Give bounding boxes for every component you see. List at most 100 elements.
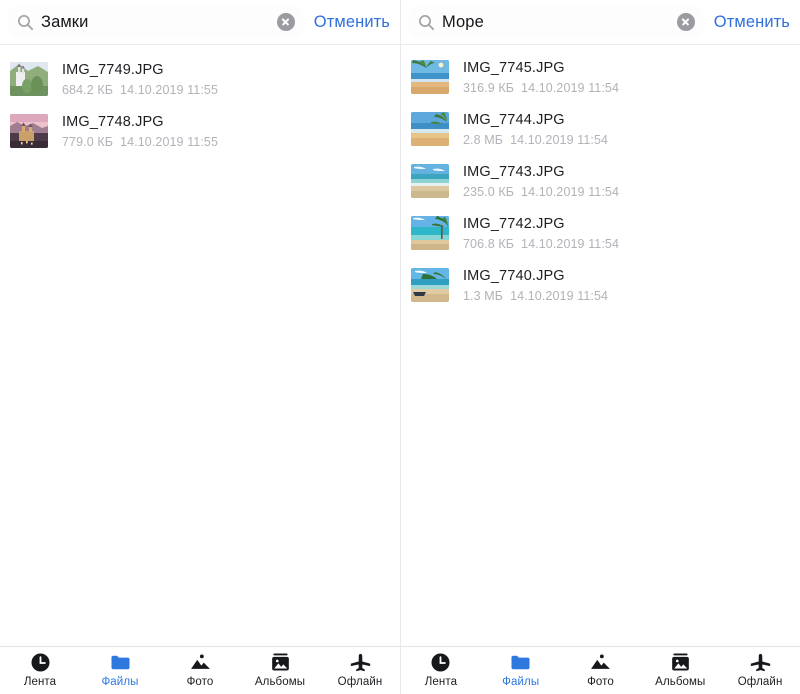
- file-name: IMG_7748.JPG: [62, 114, 164, 131]
- file-thumbnail: [411, 268, 449, 302]
- file-size: 684.2 КБ: [62, 82, 114, 97]
- file-row[interactable]: IMG_7743.JPG 235.0 КБ 14.10.2019 11:54: [401, 155, 800, 207]
- tab-photo[interactable]: Фото: [561, 651, 641, 694]
- file-size: 2.8 МБ: [463, 132, 504, 147]
- folder-icon: [109, 651, 132, 674]
- file-time: 11:54: [577, 132, 609, 147]
- file-thumbnail: [411, 60, 449, 94]
- tab-label: Альбомы: [655, 676, 706, 688]
- file-meta: IMG_7744.JPG 2.8 МБ 14.10.2019 11:54: [463, 111, 608, 146]
- photo-icon: [589, 651, 612, 674]
- file-subtitle: 1.3 МБ 14.10.2019 11:54: [463, 289, 608, 303]
- albums-icon: [669, 651, 692, 674]
- cancel-search-button[interactable]: Отменить: [314, 14, 390, 31]
- file-date: 14.10.2019: [510, 132, 574, 147]
- search-query-text: Замки: [41, 13, 89, 31]
- file-name: IMG_7740.JPG: [463, 268, 565, 285]
- file-time: 11:55: [187, 134, 219, 149]
- file-thumbnail: [10, 62, 48, 96]
- search-icon: [418, 14, 435, 31]
- file-row[interactable]: IMG_7740.JPG 1.3 МБ 14.10.2019 11:54: [401, 259, 800, 311]
- file-time: 11:54: [588, 236, 620, 251]
- tab-label: Файлы: [502, 676, 540, 688]
- file-size: 235.0 КБ: [463, 184, 515, 199]
- file-size: 706.8 КБ: [463, 236, 515, 251]
- file-date: 14.10.2019: [510, 288, 574, 303]
- folder-icon: [509, 651, 532, 674]
- tab-bar: Лента Файлы Фото Альбомы Офлайн: [0, 646, 400, 694]
- clear-circle-icon[interactable]: [676, 13, 695, 31]
- tab-airplane[interactable]: Офлайн: [720, 651, 800, 694]
- file-meta: IMG_7740.JPG 1.3 МБ 14.10.2019 11:54: [463, 267, 608, 302]
- clock-icon: [29, 651, 52, 674]
- search-results-list: IMG_7745.JPG 316.9 КБ 14.10.2019 11:54 IMG_…: [401, 45, 800, 646]
- file-date: 14.10.2019: [521, 236, 585, 251]
- photo-icon: [189, 651, 212, 674]
- file-time: 11:54: [588, 184, 620, 199]
- file-subtitle: 316.9 КБ 14.10.2019 11:54: [463, 81, 619, 95]
- tab-label: Офлайн: [737, 676, 783, 688]
- search-bar: Замки Отменить: [0, 0, 400, 45]
- file-thumbnail: [411, 112, 449, 146]
- tab-label: Альбомы: [254, 676, 306, 688]
- file-size: 779.0 КБ: [62, 134, 114, 149]
- file-date: 14.10.2019: [120, 134, 184, 149]
- file-time: 11:55: [187, 82, 219, 97]
- tab-clock[interactable]: Лента: [0, 651, 80, 694]
- clock-icon: [429, 651, 452, 674]
- tab-albums[interactable]: Альбомы: [640, 651, 720, 694]
- file-meta: IMG_7743.JPG 235.0 КБ 14.10.2019 11:54: [463, 163, 619, 198]
- file-meta: IMG_7748.JPG 779.0 КБ 14.10.2019 11:55: [62, 113, 218, 148]
- file-row[interactable]: IMG_7745.JPG 316.9 КБ 14.10.2019 11:54: [401, 51, 800, 103]
- tab-label: Файлы: [101, 676, 139, 688]
- file-size: 316.9 КБ: [463, 80, 515, 95]
- search-results-list: IMG_7749.JPG 684.2 КБ 14.10.2019 11:55 IMG_…: [0, 45, 400, 646]
- file-date: 14.10.2019: [521, 184, 585, 199]
- file-row[interactable]: IMG_7748.JPG 779.0 КБ 14.10.2019 11:55: [0, 105, 400, 157]
- dual-panel-screen: Замки Отменить IMG_7749.JPG 684.2 КБ 14.10.2…: [0, 0, 800, 694]
- file-subtitle: 706.8 КБ 14.10.2019 11:54: [463, 237, 619, 251]
- file-row[interactable]: IMG_7749.JPG 684.2 КБ 14.10.2019 11:55: [0, 53, 400, 105]
- file-name: IMG_7742.JPG: [463, 216, 565, 233]
- tab-photo[interactable]: Фото: [160, 651, 240, 694]
- panel-left: Замки Отменить IMG_7749.JPG 684.2 КБ 14.10.2…: [0, 0, 400, 694]
- airplane-icon: [749, 651, 772, 674]
- file-size: 1.3 МБ: [463, 288, 504, 303]
- file-meta: IMG_7742.JPG 706.8 КБ 14.10.2019 11:54: [463, 215, 619, 250]
- file-name: IMG_7749.JPG: [62, 62, 164, 79]
- file-subtitle: 779.0 КБ 14.10.2019 11:55: [62, 135, 218, 149]
- tab-label: Лента: [23, 676, 57, 688]
- tab-label: Фото: [587, 676, 614, 688]
- panel-right: Море Отменить IMG_7745.JPG 316.9 КБ 14.10.20…: [400, 0, 800, 694]
- file-subtitle: 2.8 МБ 14.10.2019 11:54: [463, 133, 608, 147]
- tab-label: Фото: [186, 676, 214, 688]
- tab-label: Офлайн: [337, 676, 383, 688]
- clear-circle-icon[interactable]: [276, 13, 295, 31]
- search-bar: Море Отменить: [401, 0, 800, 45]
- search-input[interactable]: Море: [409, 6, 703, 38]
- file-time: 11:54: [588, 80, 620, 95]
- file-time: 11:54: [577, 288, 609, 303]
- tab-label: Лента: [424, 676, 458, 688]
- cancel-search-button[interactable]: Отменить: [714, 14, 790, 31]
- file-thumbnail: [411, 216, 449, 250]
- file-row[interactable]: IMG_7744.JPG 2.8 МБ 14.10.2019 11:54: [401, 103, 800, 155]
- file-meta: IMG_7749.JPG 684.2 КБ 14.10.2019 11:55: [62, 61, 218, 96]
- tab-clock[interactable]: Лента: [401, 651, 481, 694]
- albums-icon: [269, 651, 292, 674]
- file-date: 14.10.2019: [120, 82, 184, 97]
- file-row[interactable]: IMG_7742.JPG 706.8 КБ 14.10.2019 11:54: [401, 207, 800, 259]
- tab-bar: Лента Файлы Фото Альбомы Офлайн: [401, 646, 800, 694]
- file-thumbnail: [411, 164, 449, 198]
- file-date: 14.10.2019: [521, 80, 585, 95]
- search-icon: [17, 14, 34, 31]
- file-subtitle: 684.2 КБ 14.10.2019 11:55: [62, 83, 218, 97]
- tab-airplane[interactable]: Офлайн: [320, 651, 400, 694]
- airplane-icon: [349, 651, 372, 674]
- file-name: IMG_7745.JPG: [463, 60, 565, 77]
- tab-folder[interactable]: Файлы: [80, 651, 160, 694]
- file-name: IMG_7743.JPG: [463, 164, 565, 181]
- search-input[interactable]: Замки: [8, 6, 303, 38]
- tab-folder[interactable]: Файлы: [481, 651, 561, 694]
- tab-albums[interactable]: Альбомы: [240, 651, 320, 694]
